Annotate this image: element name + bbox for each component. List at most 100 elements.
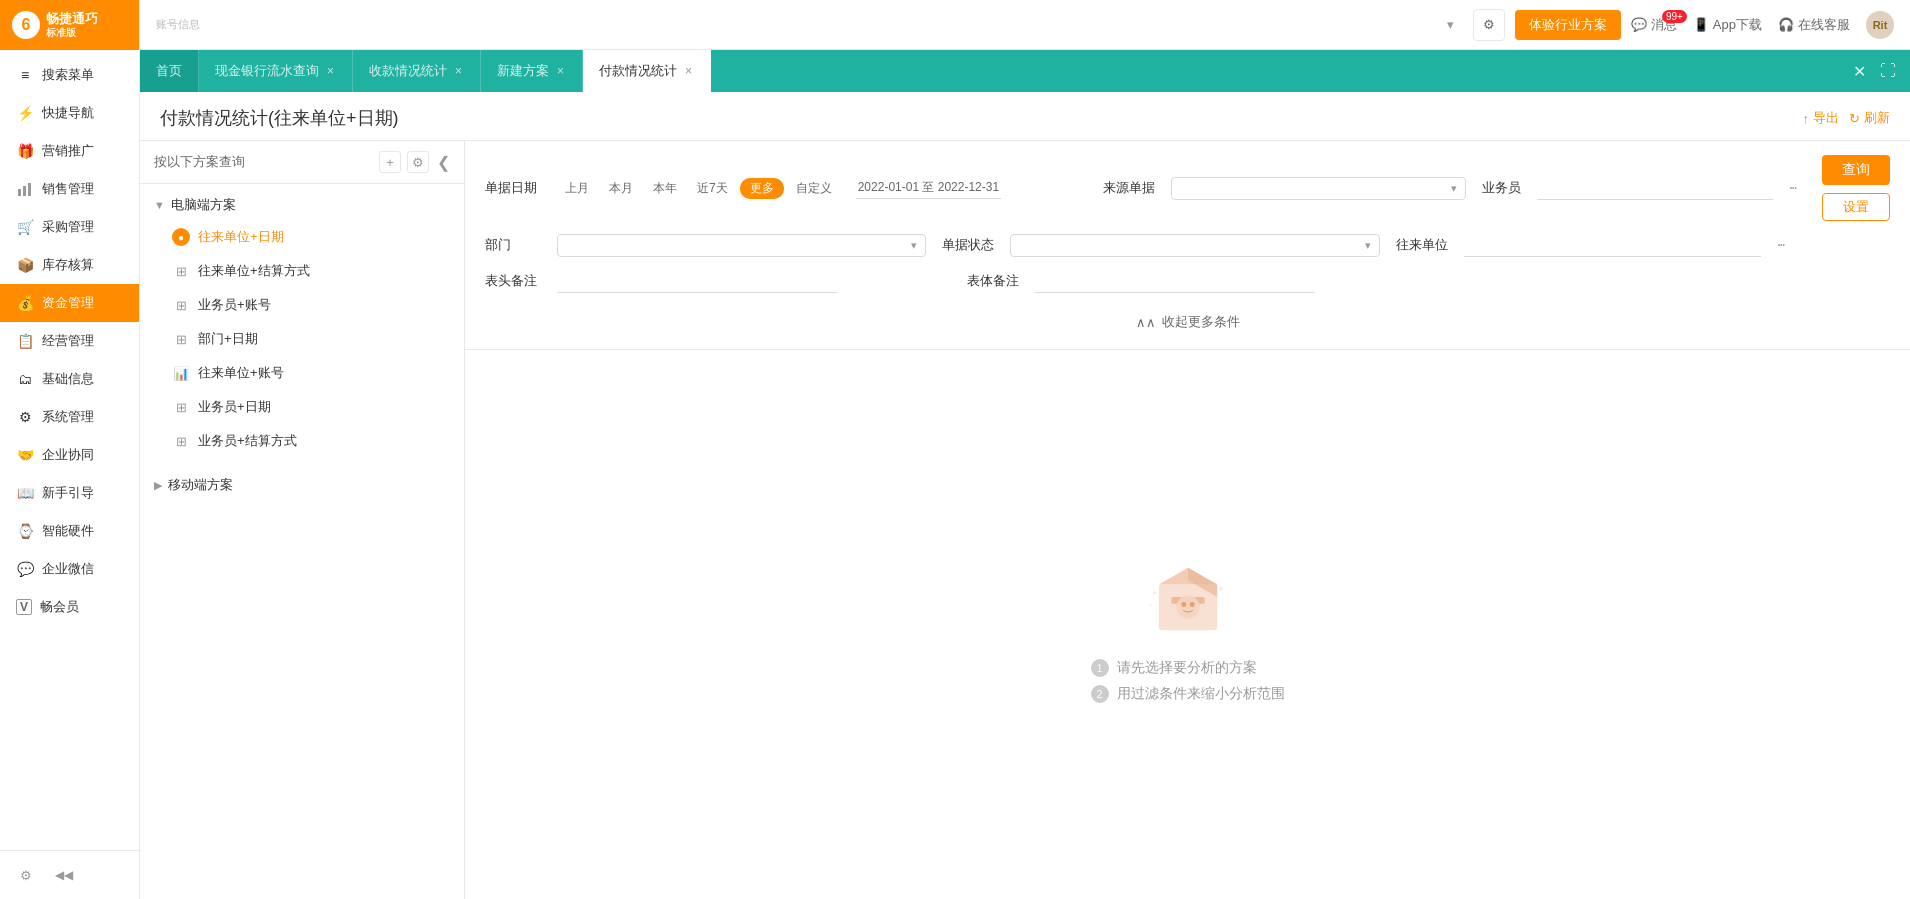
- date-range-input[interactable]: 2022-01-01 至 2022-12-31: [856, 177, 1001, 199]
- scheme-item-unit-date[interactable]: ● 往来单位+日期: [140, 220, 464, 254]
- tab-home[interactable]: 首页: [140, 50, 199, 92]
- mobile-group-header[interactable]: ▶ 移动端方案: [140, 470, 464, 500]
- filter-row-2: 部门 ▾ 单据状态 ▾ 往来单位 ···: [485, 233, 1890, 257]
- add-scheme-button[interactable]: +: [379, 151, 401, 173]
- app-download-button[interactable]: 📱 App下载: [1693, 16, 1762, 34]
- svg-point-12: [1149, 604, 1152, 607]
- tip-num-1: 1: [1091, 659, 1109, 677]
- left-panel-title: 按以下方案查询: [154, 153, 371, 171]
- svg-point-8: [1181, 602, 1186, 607]
- sidebar-item-enterprise[interactable]: 🤝 企业协同: [0, 436, 139, 474]
- scheme-settings-button[interactable]: ⚙: [407, 151, 429, 173]
- settings-button[interactable]: 设置: [1822, 193, 1890, 221]
- desktop-group-header[interactable]: ▼ 电脑端方案: [140, 190, 464, 220]
- filter-row-1: 单据日期 上月 本月 本年 近7天 更多 自定义 2022-01-01 至 20…: [485, 155, 1890, 221]
- sidebar-item-sales[interactable]: 销售管理: [0, 170, 139, 208]
- tab-close-bank-flow[interactable]: ×: [325, 62, 336, 80]
- date-opt-this-year[interactable]: 本年: [645, 178, 685, 199]
- collapse-more-button[interactable]: ∧∧ 收起更多条件: [485, 305, 1890, 335]
- purchase-icon: 🛒: [16, 218, 34, 236]
- scheme-actions: + ⚙: [379, 151, 429, 173]
- desktop-scheme-group: ▼ 电脑端方案 ● 往来单位+日期 ⊞ 往来单位+结算方式 ⊞ 业务员+: [140, 184, 464, 464]
- wechat-icon: 💬: [16, 560, 34, 578]
- query-button[interactable]: 查询: [1822, 155, 1890, 185]
- sales-icon: [16, 180, 34, 198]
- tab-close-payment-stats[interactable]: ×: [683, 62, 694, 80]
- header-gear-button[interactable]: ⚙: [1473, 9, 1505, 41]
- hardware-icon: ⌚: [16, 522, 34, 540]
- salesman-label: 业务员: [1482, 179, 1522, 197]
- sidebar-item-system[interactable]: ⚙ 系统管理: [0, 398, 139, 436]
- salesman-more-button[interactable]: ···: [1789, 179, 1796, 197]
- source-doc-select[interactable]: ▾: [1171, 177, 1466, 200]
- sidebar-item-capital[interactable]: 💰 资金管理: [0, 284, 139, 322]
- scheme-item-dept-date[interactable]: ⊞ 部门+日期: [140, 322, 464, 356]
- sidebar-item-hardware[interactable]: ⌚ 智能硬件: [0, 512, 139, 550]
- salesman-input[interactable]: [1538, 176, 1773, 200]
- active-scheme-icon: ●: [172, 228, 190, 246]
- logo-text: 畅捷通巧 标准版: [46, 11, 98, 39]
- refresh-icon: ↻: [1849, 111, 1860, 126]
- scheme-chart-icon: 📊: [172, 364, 190, 382]
- sidebar-item-guide[interactable]: 📖 新手引导: [0, 474, 139, 512]
- scheme-item-staff-settlement[interactable]: ⊞ 业务员+结算方式: [140, 424, 464, 458]
- tab-new-scheme[interactable]: 新建方案 ×: [481, 50, 583, 92]
- scheme-item-unit-settlement[interactable]: ⊞ 往来单位+结算方式: [140, 254, 464, 288]
- svg-rect-1: [23, 186, 26, 196]
- online-service-button[interactable]: 🎧 在线客服: [1778, 16, 1850, 34]
- scheme-item-staff-account[interactable]: ⊞ 业务员+账号: [140, 288, 464, 322]
- tabs-bar-right: ✕ ⛶: [1839, 50, 1910, 92]
- empty-illustration: [1138, 547, 1238, 647]
- sidebar-item-inventory[interactable]: 📦 库存核算: [0, 246, 139, 284]
- tab-close-receipt-stats[interactable]: ×: [453, 62, 464, 80]
- date-range-container: 2022-01-01 至 2022-12-31: [856, 177, 1087, 199]
- footer-settings-button[interactable]: ⚙: [12, 861, 40, 889]
- svg-rect-2: [28, 183, 31, 196]
- quick-nav-icon: ⚡: [16, 104, 34, 122]
- date-opt-last-month[interactable]: 上月: [557, 178, 597, 199]
- tabs-bar: 首页 现金银行流水查询 × 收款情况统计 × 新建方案 × 付款情况统计 × ✕…: [140, 50, 1910, 92]
- export-button[interactable]: ↑ 导出: [1803, 109, 1840, 127]
- header-dropdown-button[interactable]: ▾: [1439, 13, 1463, 37]
- sidebar-item-member[interactable]: V 畅会员: [0, 588, 139, 626]
- body-note-input[interactable]: [1035, 269, 1315, 293]
- sidebar-item-quick-nav[interactable]: ⚡ 快捷导航: [0, 94, 139, 132]
- guide-icon: 📖: [16, 484, 34, 502]
- date-opt-custom[interactable]: 自定义: [788, 178, 840, 199]
- tab-receipt-stats[interactable]: 收款情况统计 ×: [353, 50, 481, 92]
- scheme-item-staff-date[interactable]: ⊞ 业务员+日期: [140, 390, 464, 424]
- date-opt-7days[interactable]: 近7天: [689, 178, 736, 199]
- tab-maximize-button[interactable]: ⛶: [1876, 60, 1900, 82]
- sidebar-item-base-info[interactable]: 🗂 基础信息: [0, 360, 139, 398]
- notification-button[interactable]: 💬 消息 99+: [1631, 16, 1677, 34]
- sidebar-item-search-menu[interactable]: ≡ 搜索菜单: [0, 56, 139, 94]
- sidebar-item-purchase[interactable]: 🛒 采购管理: [0, 208, 139, 246]
- partner-input[interactable]: [1464, 233, 1761, 257]
- main-area: 账号信息 ▾ ⚙ 体验行业方案 💬 消息 99+ 📱 App下载 🎧 在线客服 …: [140, 0, 1910, 899]
- user-avatar[interactable]: Rit: [1866, 11, 1894, 39]
- tab-bank-flow[interactable]: 现金银行流水查询 ×: [199, 50, 353, 92]
- sidebar-item-wechat[interactable]: 💬 企业微信: [0, 550, 139, 588]
- partner-more-button[interactable]: ···: [1777, 236, 1784, 254]
- footer-collapse-button[interactable]: ◀◀: [50, 861, 78, 889]
- empty-tips: 1 请先选择要分析的方案 2 用过滤条件来缩小分析范围: [1091, 659, 1285, 703]
- dept-select[interactable]: ▾: [557, 234, 926, 257]
- collapse-icon: ∧∧: [1136, 315, 1156, 330]
- date-opt-more[interactable]: 更多: [740, 178, 784, 199]
- collapse-panel-button[interactable]: ❮: [437, 153, 450, 172]
- tab-payment-stats[interactable]: 付款情况统计 ×: [583, 50, 711, 92]
- date-opt-this-month[interactable]: 本月: [601, 178, 641, 199]
- trial-button[interactable]: 体验行业方案: [1515, 10, 1621, 40]
- tab-close-new-scheme[interactable]: ×: [555, 62, 566, 80]
- empty-state: 1 请先选择要分析的方案 2 用过滤条件来缩小分析范围: [465, 350, 1910, 899]
- sidebar: 6 畅捷通巧 标准版 ≡ 搜索菜单 ⚡ 快捷导航 🎁 营销推广 销售管理 🛒 采…: [0, 0, 140, 899]
- sidebar-item-marketing[interactable]: 🎁 营销推广: [0, 132, 139, 170]
- refresh-button[interactable]: ↻ 刷新: [1849, 109, 1890, 127]
- sidebar-item-operation[interactable]: 📋 经营管理: [0, 322, 139, 360]
- scheme-item-unit-account[interactable]: 📊 往来单位+账号: [140, 356, 464, 390]
- header-note-input[interactable]: [557, 269, 837, 293]
- page-title: 付款情况统计(往来单位+日期): [160, 106, 399, 130]
- doc-status-select[interactable]: ▾: [1010, 234, 1379, 257]
- tab-close-all-button[interactable]: ✕: [1849, 60, 1870, 83]
- partner-label: 往来单位: [1396, 236, 1448, 254]
